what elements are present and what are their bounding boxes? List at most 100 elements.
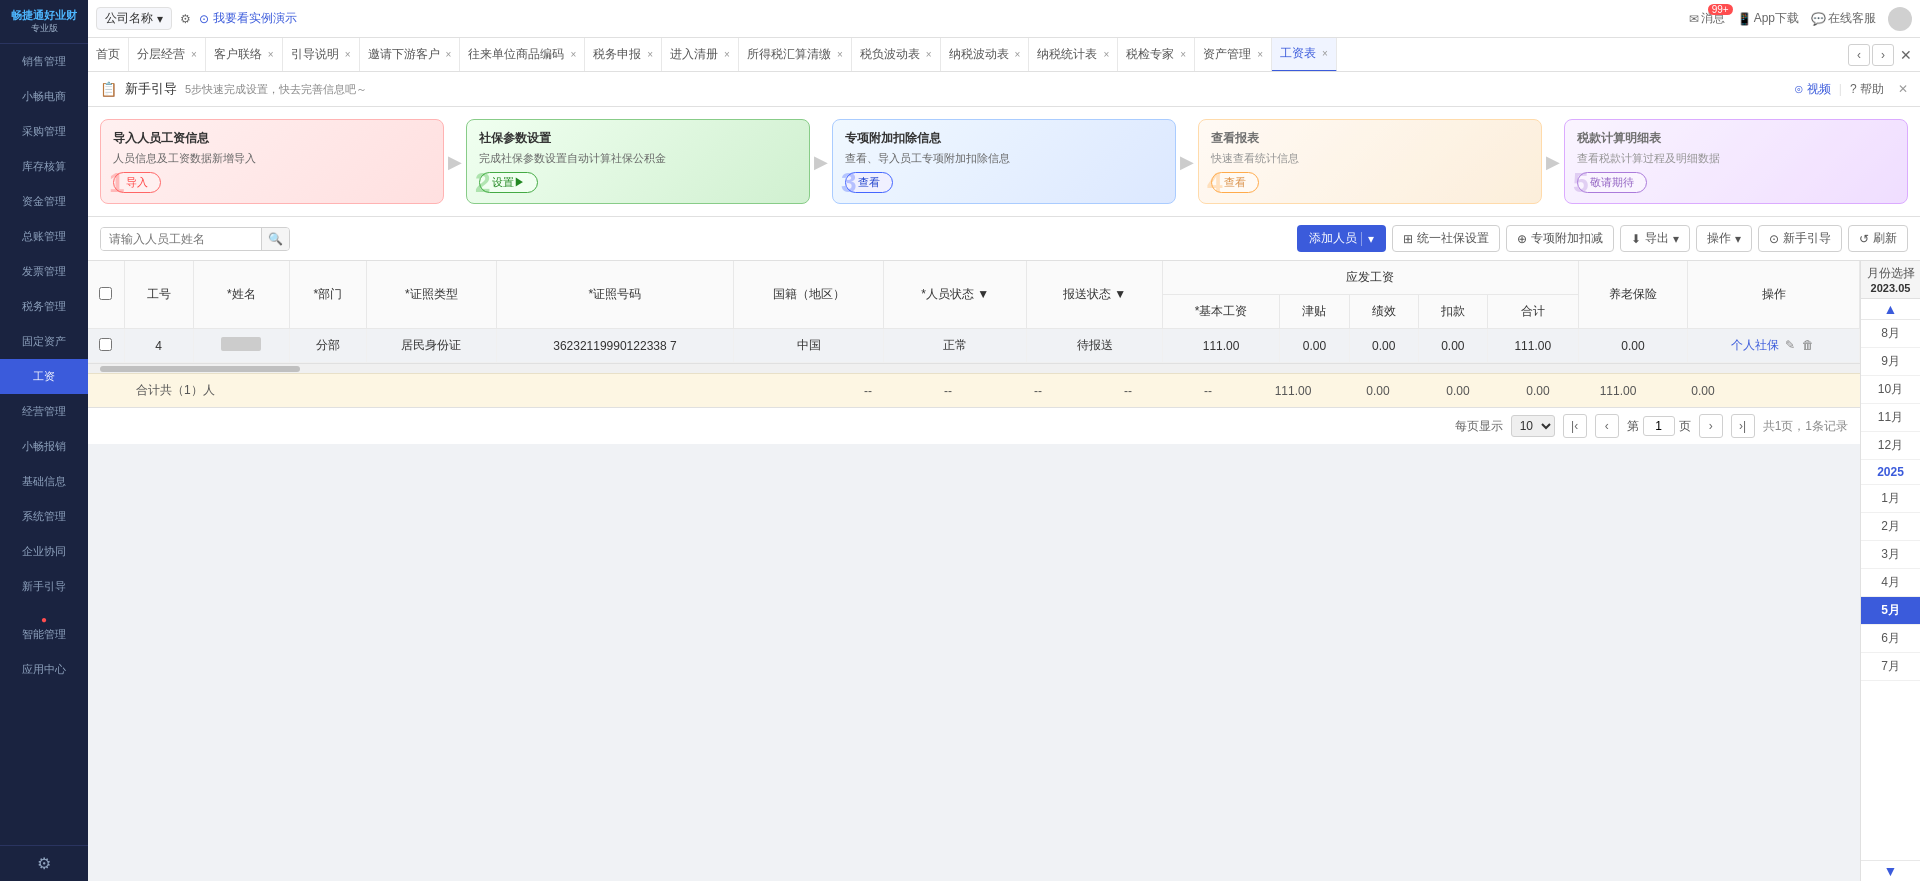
tab-clearance[interactable]: 进入清册× <box>662 38 739 72</box>
sidebar-item-ledger[interactable]: 总账管理 <box>0 219 88 254</box>
month-item-12[interactable]: 12月 <box>1861 432 1920 460</box>
demo-link[interactable]: ⊙ 我要看实例演示 <box>199 10 297 27</box>
close-icon[interactable]: × <box>1257 49 1263 60</box>
search-btn[interactable]: 🔍 <box>261 228 289 250</box>
close-icon[interactable]: × <box>724 49 730 60</box>
add-person-dropdown-icon[interactable]: ▾ <box>1361 232 1374 246</box>
help-link[interactable]: ? 帮助 <box>1850 81 1884 98</box>
month-item-2[interactable]: 2月 <box>1861 513 1920 541</box>
tab-customer[interactable]: 客户联络× <box>206 38 283 72</box>
settings-icon[interactable]: ⚙ <box>180 12 191 26</box>
month-item-1[interactable]: 1月 <box>1861 485 1920 513</box>
sidebar-item-tax[interactable]: 税务管理 <box>0 289 88 324</box>
company-selector[interactable]: 公司名称 ▾ <box>96 7 172 30</box>
close-all-tabs-icon[interactable]: ✕ <box>1900 47 1912 63</box>
app-download-btn[interactable]: 📱 App下载 <box>1737 10 1799 27</box>
select-all-checkbox[interactable] <box>99 287 112 300</box>
tab-tax-stat[interactable]: 纳税统计表× <box>1029 38 1118 72</box>
tab-next-btn[interactable]: › <box>1872 44 1894 66</box>
add-person-btn[interactable]: 添加人员 ▾ <box>1297 225 1386 252</box>
sidebar-item-payroll[interactable]: 工资 <box>0 359 88 394</box>
page-size-select[interactable]: 10 20 50 <box>1511 415 1555 437</box>
close-icon[interactable]: × <box>1322 48 1328 59</box>
close-icon[interactable]: × <box>1103 49 1109 60</box>
tab-tax-report[interactable]: 税务申报× <box>585 38 662 72</box>
tab-tax-burden[interactable]: 税负波动表× <box>852 38 941 72</box>
summary-perf: 0.00 <box>1418 384 1498 398</box>
sidebar-item-assets[interactable]: 固定资产 <box>0 324 88 359</box>
ops-btn[interactable]: 操作 ▾ <box>1696 225 1752 252</box>
close-icon[interactable]: × <box>837 49 843 60</box>
sidebar-item-ai[interactable]: ● 智能管理 <box>0 604 88 652</box>
unified-social-security-btn[interactable]: ⊞ 统一社保设置 <box>1392 225 1500 252</box>
online-service-btn[interactable]: 💬 在线客服 <box>1811 10 1876 27</box>
month-item-8[interactable]: 8月 <box>1861 320 1920 348</box>
month-item-9[interactable]: 9月 <box>1861 348 1920 376</box>
newbie-guide-btn[interactable]: ⊙ 新手引导 <box>1758 225 1842 252</box>
sidebar-item-capital[interactable]: 资金管理 <box>0 184 88 219</box>
month-item-4[interactable]: 4月 <box>1861 569 1920 597</box>
month-item-11[interactable]: 11月 <box>1861 404 1920 432</box>
tab-tier[interactable]: 分层经营× <box>129 38 206 72</box>
month-scroll-up-btn[interactable]: ▲ <box>1861 299 1920 320</box>
sidebar-item-base[interactable]: 基础信息 <box>0 464 88 499</box>
page-input[interactable] <box>1643 416 1675 436</box>
refresh-btn[interactable]: ↺ 刷新 <box>1848 225 1908 252</box>
horizontal-scrollbar[interactable] <box>88 363 1860 373</box>
sidebar-item-ops[interactable]: 经营管理 <box>0 394 88 429</box>
close-icon[interactable]: × <box>345 49 351 60</box>
sidebar-item-apps[interactable]: 应用中心 <box>0 652 88 687</box>
close-icon[interactable]: × <box>446 49 452 60</box>
delete-icon[interactable]: 🗑 <box>1802 338 1814 352</box>
message-btn[interactable]: ✉ 消息 99+ <box>1689 10 1725 27</box>
tab-home[interactable]: 首页 <box>88 38 129 72</box>
scrollbar-thumb[interactable] <box>100 366 300 372</box>
sidebar-item-ecom[interactable]: 小畅电商 <box>0 79 88 114</box>
year-2025[interactable]: 2025 <box>1861 460 1920 485</box>
sidebar-item-collab[interactable]: 企业协同 <box>0 534 88 569</box>
next-page-btn[interactable]: › <box>1699 414 1723 438</box>
edit-icon[interactable]: ✎ <box>1785 338 1795 352</box>
sidebar-item-sales[interactable]: 销售管理 <box>0 44 88 79</box>
tab-income-tax[interactable]: 所得税汇算清缴× <box>739 38 852 72</box>
close-icon[interactable]: × <box>268 49 274 60</box>
close-icon[interactable]: × <box>647 49 653 60</box>
export-btn[interactable]: ⬇ 导出 ▾ <box>1620 225 1690 252</box>
row-checkbox[interactable] <box>99 338 112 351</box>
tab-tax-expert[interactable]: 税检专家× <box>1118 38 1195 72</box>
tab-payroll[interactable]: 工资表× <box>1272 38 1337 72</box>
tab-invite[interactable]: 邀请下游客户× <box>360 38 461 72</box>
tab-assets[interactable]: 资产管理× <box>1195 38 1272 72</box>
tab-product-code[interactable]: 往来单位商品编码× <box>460 38 585 72</box>
close-icon[interactable]: × <box>191 49 197 60</box>
close-icon[interactable]: × <box>1180 49 1186 60</box>
special-deduction-btn[interactable]: ⊕ 专项附加扣减 <box>1506 225 1614 252</box>
sidebar-item-system[interactable]: 系统管理 <box>0 499 88 534</box>
close-icon[interactable]: × <box>1015 49 1021 60</box>
month-item-10[interactable]: 10月 <box>1861 376 1920 404</box>
sidebar-item-expense[interactable]: 小畅报销 <box>0 429 88 464</box>
month-scroll-down-btn[interactable]: ▼ <box>1861 860 1920 881</box>
sidebar-item-guide[interactable]: 新手引导 <box>0 569 88 604</box>
search-input[interactable] <box>101 228 261 250</box>
close-icon[interactable]: × <box>926 49 932 60</box>
last-page-btn[interactable]: ›| <box>1731 414 1755 438</box>
month-item-6[interactable]: 6月 <box>1861 625 1920 653</box>
sidebar-item-inventory[interactable]: 库存核算 <box>0 149 88 184</box>
tab-tax-wave[interactable]: 纳税波动表× <box>941 38 1030 72</box>
month-item-3[interactable]: 3月 <box>1861 541 1920 569</box>
settings-icon[interactable]: ⚙ <box>37 855 51 872</box>
close-guide-icon[interactable]: ✕ <box>1898 82 1908 96</box>
close-icon[interactable]: × <box>570 49 576 60</box>
first-page-btn[interactable]: |‹ <box>1563 414 1587 438</box>
month-item-7[interactable]: 7月 <box>1861 653 1920 681</box>
video-link[interactable]: ⊙ 视频 <box>1794 81 1831 98</box>
tab-guide[interactable]: 引导说明× <box>283 38 360 72</box>
sidebar-item-purchase[interactable]: 采购管理 <box>0 114 88 149</box>
prev-page-btn[interactable]: ‹ <box>1595 414 1619 438</box>
tab-prev-btn[interactable]: ‹ <box>1848 44 1870 66</box>
month-item-5[interactable]: 5月 <box>1861 597 1920 625</box>
personal-social-security-link[interactable]: 个人社保 <box>1731 338 1779 352</box>
sidebar-item-invoice[interactable]: 发票管理 <box>0 254 88 289</box>
avatar[interactable] <box>1888 7 1912 31</box>
